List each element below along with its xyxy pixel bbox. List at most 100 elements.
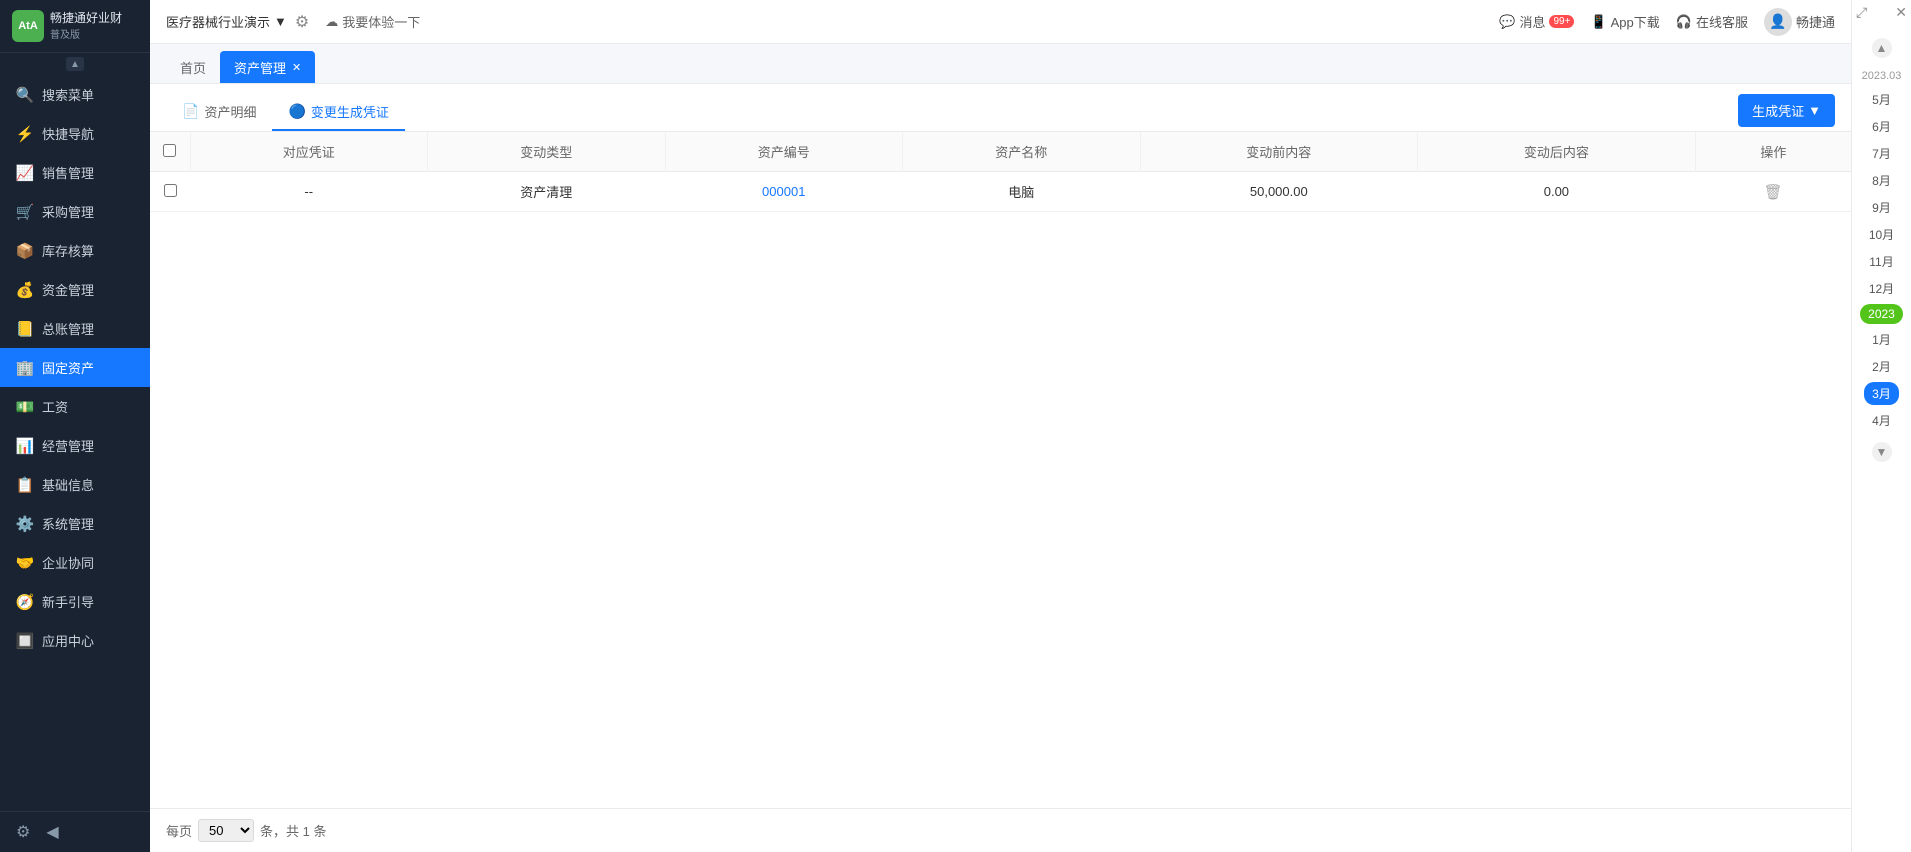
sidebar-scroll-up[interactable]: ▲ (0, 53, 150, 75)
sidebar-item-salary[interactable]: 💵 工资 (0, 387, 150, 426)
timeline-month-9[interactable]: 9月 (1852, 194, 1911, 221)
salary-icon: 💵 (16, 398, 34, 416)
sidebar-item-label: 资金管理 (42, 280, 94, 299)
generate-voucher-button[interactable]: 生成凭证 ▼ (1738, 94, 1835, 127)
tab-assets[interactable]: 资产管理 ✕ (220, 51, 315, 83)
scroll-down-nav[interactable]: ▼ (1872, 442, 1892, 462)
service-icon: 🎧 (1676, 14, 1692, 30)
scroll-up-nav[interactable]: ▲ (1872, 38, 1892, 58)
tab-home[interactable]: 首页 (166, 51, 220, 83)
timeline-month-5[interactable]: 5月 (1852, 86, 1911, 113)
sidebar-item-label: 固定资产 (42, 358, 94, 377)
sidebar-item-search[interactable]: 🔍 搜索菜单 (0, 75, 150, 114)
tab-assets-label: 资产管理 (234, 58, 286, 77)
sidebar-scroll-area: 🔍 搜索菜单 ⚡ 快捷导航 📈 销售管理 🛒 采购管理 📦 库存核算 💰 资金管… (0, 75, 150, 811)
quicknav-icon: ⚡ (16, 125, 34, 143)
timeline-month-6[interactable]: 6月 (1852, 113, 1911, 140)
col-change-type: 变动类型 (428, 132, 666, 172)
message-icon: 💬 (1499, 14, 1515, 30)
app-download-label: App下载 (1611, 12, 1660, 31)
row-after-change: 0.00 (1418, 172, 1696, 212)
topbar-gear-icon[interactable]: ⚙ (295, 12, 309, 32)
sidebar-item-basic[interactable]: 📋 基础信息 (0, 465, 150, 504)
pagination: 每页 20 50 100 条，共 1 条 (150, 808, 1851, 852)
timeline-month-10[interactable]: 10月 (1852, 221, 1911, 248)
row-checkbox-cell (150, 172, 190, 212)
sidebar-item-collab[interactable]: 🤝 企业协同 (0, 543, 150, 582)
user-menu[interactable]: 👤 畅捷通 (1764, 8, 1835, 36)
generate-voucher-label: 生成凭证 (1752, 101, 1804, 120)
inventory-icon: 📦 (16, 242, 34, 260)
timeline-scroll-down[interactable]: ▼ (1852, 434, 1911, 470)
timeline-month-8[interactable]: 8月 (1852, 167, 1911, 194)
customer-service-btn[interactable]: 🎧 在线客服 (1676, 12, 1748, 31)
sidebar-item-label: 采购管理 (42, 202, 94, 221)
timeline-month-1[interactable]: 1月 (1852, 326, 1911, 353)
row-asset-no[interactable]: 000001 (665, 172, 903, 212)
inner-tab-asset-list[interactable]: 📄 资产明细 (166, 94, 272, 131)
col-checkbox (150, 132, 190, 172)
asset-list-icon: 📄 (182, 103, 199, 120)
sidebar-item-ledger[interactable]: 📒 总账管理 (0, 309, 150, 348)
sidebar-item-sales[interactable]: 📈 销售管理 (0, 153, 150, 192)
timeline-month-12[interactable]: 12月 (1852, 275, 1911, 302)
message-btn[interactable]: 💬 消息 99+ (1499, 12, 1574, 31)
timeline-close-icon[interactable]: ✕ (1895, 4, 1907, 21)
change-table: 对应凭证 变动类型 资产编号 资产名称 变动前内容 (150, 132, 1851, 212)
company-selector[interactable]: 医疗器械行业演示 ▼ (166, 12, 287, 31)
app-download-btn[interactable]: 📱 App下载 (1590, 12, 1659, 31)
timeline-month-4[interactable]: 4月 (1852, 407, 1911, 434)
ledger-icon: 📒 (16, 320, 34, 338)
settings-bottom-icon[interactable]: ⚙ (16, 822, 30, 842)
topbar-right: 💬 消息 99+ 📱 App下载 🎧 在线客服 👤 畅捷通 (1499, 8, 1835, 36)
dropdown-arrow-icon: ▼ (1808, 103, 1821, 118)
timeline-scroll-up[interactable]: ▲ (1852, 30, 1911, 66)
timeline-month-7[interactable]: 7月 (1852, 140, 1911, 167)
basic-icon: 📋 (16, 476, 34, 494)
tab-home-label: 首页 (180, 58, 206, 77)
experience-icon: ☁ (325, 14, 338, 30)
sidebar-item-apps[interactable]: 🔲 应用中心 (0, 621, 150, 660)
sidebar-item-finance[interactable]: 💰 资金管理 (0, 270, 150, 309)
fixed-icon: 🏢 (16, 359, 34, 377)
sidebar-item-label: 经营管理 (42, 436, 94, 455)
timeline-month-11[interactable]: 11月 (1852, 248, 1911, 275)
table-row: -- 资产清理 000001 电脑 50,000.00 0.00 🗑 (150, 172, 1851, 212)
purchase-icon: 🛒 (16, 203, 34, 221)
timeline-month-2[interactable]: 2月 (1852, 353, 1911, 380)
sidebar-item-label: 应用中心 (42, 631, 94, 650)
experience-text: 我要体验一下 (342, 12, 420, 31)
system-icon: ⚙️ (16, 515, 34, 533)
inner-tab-change-voucher[interactable]: 🔵 变更生成凭证 (272, 94, 404, 131)
row-change-type: 资产清理 (428, 172, 666, 212)
sidebar-item-system[interactable]: ⚙️ 系统管理 (0, 504, 150, 543)
operations-icon: 📊 (16, 437, 34, 455)
sidebar-item-label: 快捷导航 (42, 124, 94, 143)
sidebar-item-purchase[interactable]: 🛒 采购管理 (0, 192, 150, 231)
tab-close-icon[interactable]: ✕ (292, 61, 301, 74)
col-voucher: 对应凭证 (190, 132, 428, 172)
page-size-select[interactable]: 20 50 100 (198, 819, 254, 842)
sidebar-item-fixed[interactable]: 🏢 固定资产 (0, 348, 150, 387)
timeline-year-2023[interactable]: 2023 (1860, 304, 1903, 324)
scroll-up-btn[interactable]: ▲ (66, 57, 84, 71)
timeline-scroll: ▲ 2023.03 5月 6月 7月 8月 9月 10月 11月 12月 202… (1852, 30, 1911, 852)
timeline-month-3[interactable]: 3月 (1864, 382, 1899, 405)
sidebar-item-guide[interactable]: 🧭 新手引导 (0, 582, 150, 621)
sidebar-item-quicknav[interactable]: ⚡ 快捷导航 (0, 114, 150, 153)
timeline-expand-icon[interactable]: ⤢ (1856, 4, 1867, 21)
select-all-checkbox[interactable] (163, 144, 176, 157)
sidebar-bottom: ⚙ ◀ (0, 811, 150, 852)
collab-icon: 🤝 (16, 554, 34, 572)
experience-btn[interactable]: ☁ 我要体验一下 (325, 12, 420, 31)
table-wrap: 对应凭证 变动类型 资产编号 资产名称 变动前内容 (150, 132, 1851, 808)
search-icon: 🔍 (16, 86, 34, 104)
delete-icon[interactable]: 🗑 (1764, 184, 1783, 201)
sidebar-item-operations[interactable]: 📊 经营管理 (0, 426, 150, 465)
sidebar-item-inventory[interactable]: 📦 库存核算 (0, 231, 150, 270)
col-before-change: 变动前内容 (1140, 132, 1418, 172)
row-checkbox[interactable] (164, 184, 177, 197)
timeline-year-header: 2023.03 (1852, 66, 1911, 86)
collapse-icon[interactable]: ◀ (46, 822, 58, 842)
app-name: 畅捷通好业财 (50, 11, 122, 27)
